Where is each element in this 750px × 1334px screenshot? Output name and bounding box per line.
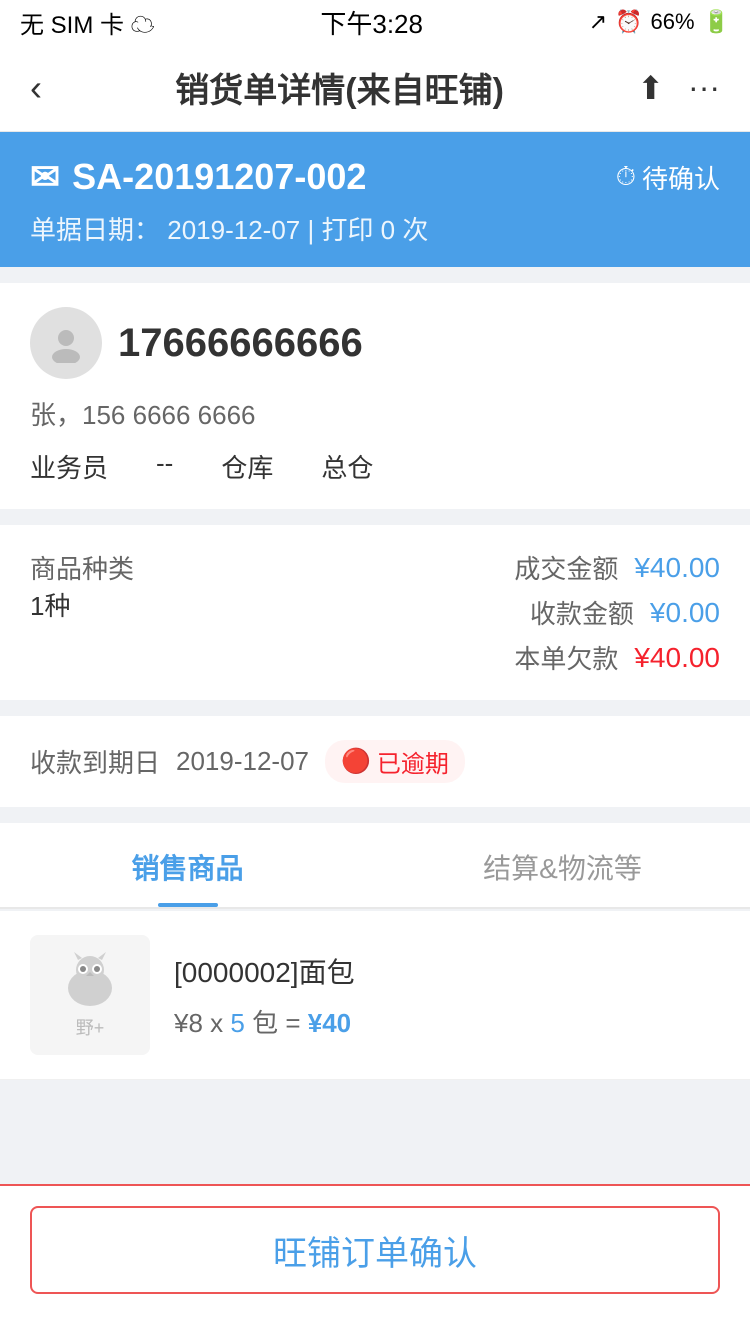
amount-value: ¥40.00 (634, 552, 720, 584)
order-header-top: ✉ SA-20191207-002 ⏱ 待确认 (30, 156, 720, 198)
unit-value: 包 (252, 1008, 278, 1038)
summary-right: 成交金额 ¥40.00 收款金额 ¥0.00 本单欠款 ¥40.00 (514, 549, 720, 676)
overdue-badge: 🔴 已逾期 (325, 740, 465, 783)
sales-label: 业务员 (30, 448, 108, 485)
warehouse-value: 总仓 (321, 448, 373, 485)
order-date: 单据日期： 2019-12-07 | 打印 0 次 (30, 210, 720, 247)
debt-row: 本单欠款 ¥40.00 (514, 639, 720, 676)
qty-value: 5 (230, 1008, 244, 1038)
amount-label: 成交金额 (514, 549, 618, 586)
overdue-text: 已逾期 (377, 744, 449, 779)
page-title: 销货单详情(来自旺铺) (175, 63, 504, 112)
price-value: ¥8 (174, 1008, 203, 1038)
receipt-row: 收款金额 ¥0.00 (530, 594, 720, 631)
kind-label: 商品种类 (30, 549, 134, 586)
product-info: [0000002]面包 ¥8 x 5 包 = ¥40 (174, 951, 720, 1040)
confirm-button[interactable]: 旺铺订单确认 (30, 1206, 720, 1294)
product-item: 野+ [0000002]面包 ¥8 x 5 包 = ¥40 (0, 911, 750, 1080)
summary-card: 商品种类 1种 成交金额 ¥40.00 收款金额 ¥0.00 本单欠款 ¥40.… (0, 525, 750, 700)
order-status: ⏱ 待确认 (616, 159, 720, 196)
location-icon: ↗ (589, 9, 607, 35)
equals-sign: = (285, 1008, 307, 1038)
customer-top: 17666666666 (30, 307, 720, 379)
customer-card: 17666666666 张，156 6666 6666 业务员 -- 仓库 总仓 (0, 283, 750, 509)
status-bar-left: 无 SIM 卡 ☁ (20, 5, 155, 40)
order-id-text: SA-20191207-002 (72, 156, 366, 198)
overdue-icon: 🔴 (341, 747, 371, 776)
total-value: ¥40 (308, 1008, 351, 1038)
date-label: 单据日期： (30, 215, 160, 245)
product-price: ¥8 x 5 包 = ¥40 (174, 1003, 720, 1040)
date-value: 2019-12-07 (167, 215, 300, 245)
order-icon: ✉ (30, 156, 60, 198)
summary-left: 商品种类 1种 (30, 549, 134, 623)
print-info: | 打印 0 次 (307, 215, 428, 245)
nav-bar: ‹ 销货单详情(来自旺铺) ⬆ ··· (0, 44, 750, 132)
amount-row: 成交金额 ¥40.00 (514, 549, 720, 586)
receipt-value: ¥0.00 (650, 597, 720, 629)
due-card: 收款到期日 2019-12-07 🔴 已逾期 (0, 716, 750, 807)
tab-settlement[interactable]: 结算&物流等 (375, 823, 750, 907)
price-separator: x (210, 1008, 230, 1038)
sales-value: -- (156, 448, 173, 485)
tab-sales-label: 销售商品 (131, 853, 243, 884)
back-button[interactable]: ‹ (30, 67, 42, 109)
status-clock-icon: ⏱ (616, 161, 636, 193)
tab-settlement-label: 结算&物流等 (483, 853, 642, 884)
customer-phone: 17666666666 (118, 321, 363, 366)
alarm-icon: ⏰ (615, 9, 642, 35)
tab-sales-products[interactable]: 销售商品 (0, 823, 375, 907)
more-button[interactable]: ··· (688, 69, 720, 106)
debt-value: ¥40.00 (634, 642, 720, 674)
product-thumb-inner: 野+ (50, 950, 130, 1040)
product-thumb-text: 野+ (76, 1014, 105, 1040)
status-bar-time: 下午3:28 (320, 4, 423, 41)
customer-meta: 业务员 -- 仓库 总仓 (30, 448, 720, 485)
avatar (30, 307, 102, 379)
product-list: 野+ [0000002]面包 ¥8 x 5 包 = ¥40 (0, 911, 750, 1080)
tabs-bar: 销售商品 结算&物流等 (0, 823, 750, 909)
status-bar: 无 SIM 卡 ☁ 下午3:28 ↗ ⏰ 66% 🔋 (0, 0, 750, 44)
receipt-label: 收款金额 (530, 594, 634, 631)
product-name: [0000002]面包 (174, 951, 720, 991)
battery-indicator: 66% (651, 9, 695, 35)
order-header: ✉ SA-20191207-002 ⏱ 待确认 单据日期： 2019-12-07… (0, 132, 750, 267)
product-thumbnail: 野+ (30, 935, 150, 1055)
battery-icon: 🔋 (703, 9, 730, 35)
kind-value: 1种 (30, 586, 134, 623)
warehouse-label: 仓库 (221, 448, 273, 485)
order-id: ✉ SA-20191207-002 (30, 156, 366, 198)
share-button[interactable]: ⬆ (637, 69, 664, 107)
due-label: 收款到期日 (30, 743, 160, 780)
nav-actions: ⬆ ··· (637, 69, 720, 107)
bottom-bar: 旺铺订单确认 (0, 1184, 750, 1334)
due-date-value: 2019-12-07 (176, 746, 309, 777)
customer-name: 张，156 6666 6666 (30, 395, 720, 432)
status-bar-right: ↗ ⏰ 66% 🔋 (589, 9, 730, 35)
sim-indicator: 无 SIM 卡 ☁ (20, 5, 155, 40)
status-text: 待确认 (642, 159, 720, 196)
debt-label: 本单欠款 (514, 639, 618, 676)
